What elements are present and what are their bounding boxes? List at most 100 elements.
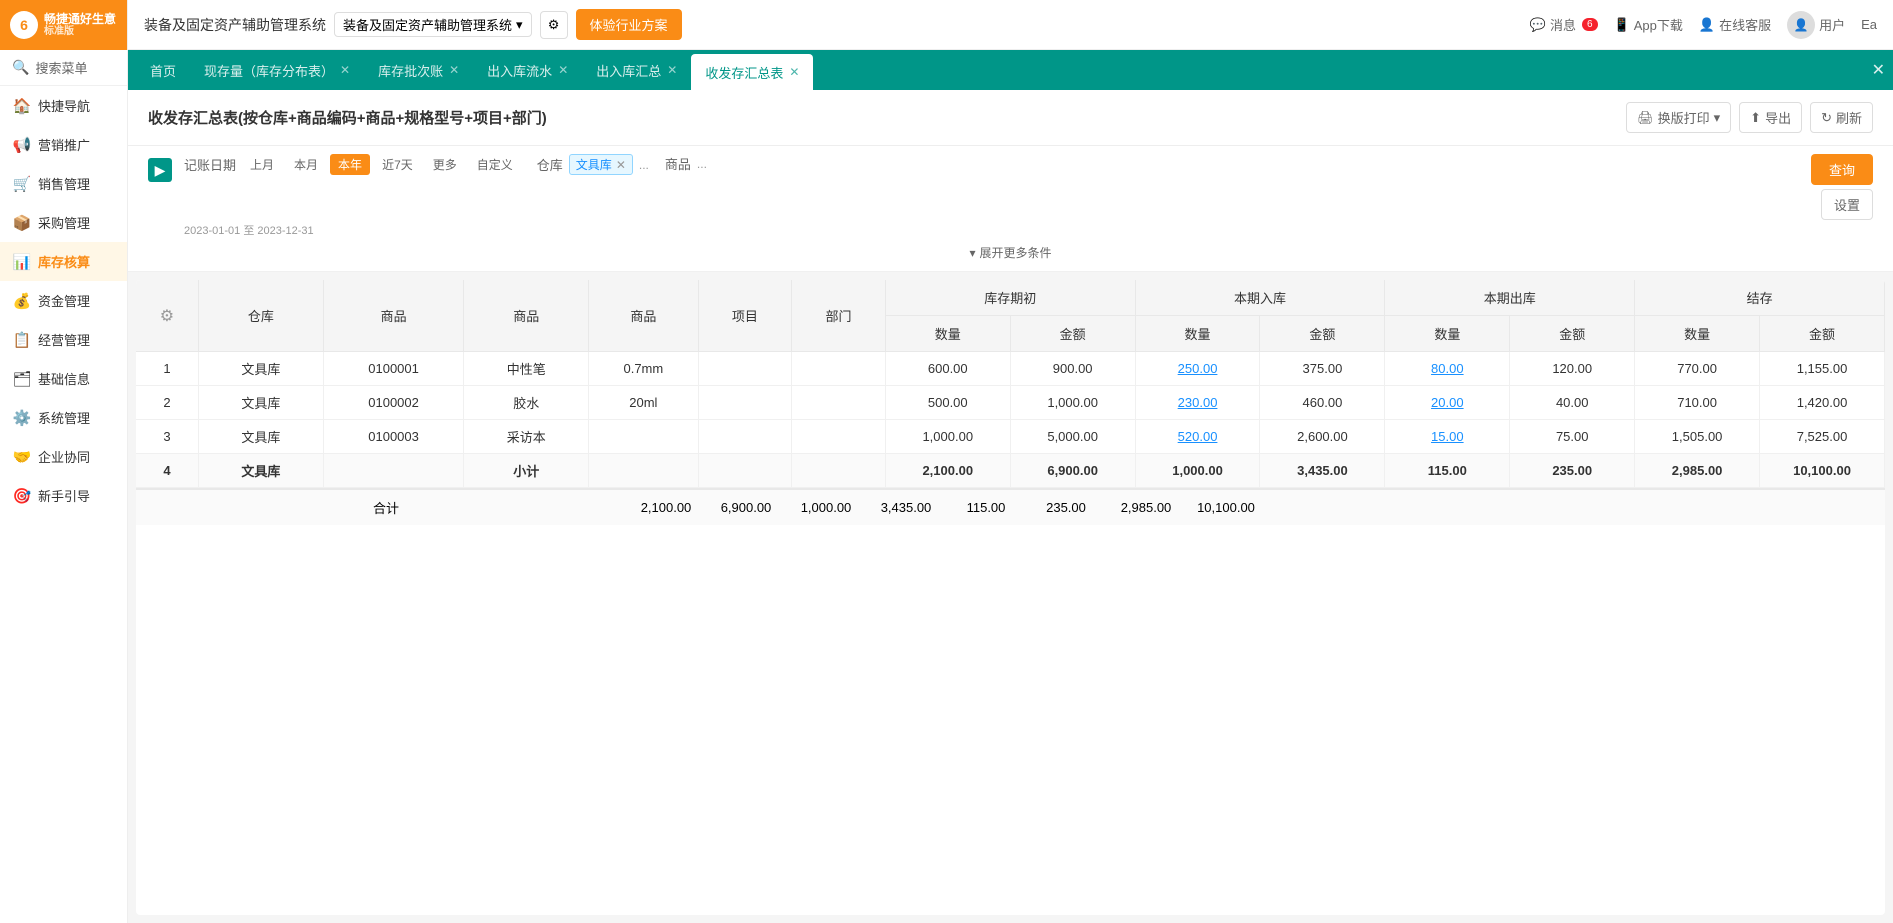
footer-values: 2,100.00 6,900.00 1,000.00 3,435.00 115.… (626, 500, 1875, 515)
cell-in-qty[interactable]: 520.00 (1135, 420, 1260, 454)
date-btn-this-year[interactable]: 本年 (330, 154, 370, 175)
cell-in-qty[interactable]: 250.00 (1135, 352, 1260, 386)
tab-recv-send[interactable]: 收发存汇总表 ✕ (691, 54, 813, 90)
cell-dept (792, 352, 886, 386)
cell-out-qty: 115.00 (1385, 454, 1510, 488)
cell-out-qty[interactable]: 80.00 (1385, 352, 1510, 386)
cell-out-qty[interactable]: 15.00 (1385, 420, 1510, 454)
message-button[interactable]: 💬 消息 6 (1530, 15, 1598, 34)
cell-start-qty: 500.00 (885, 386, 1010, 420)
cell-start-qty: 2,100.00 (885, 454, 1010, 488)
tab-home[interactable]: 首页 (136, 50, 190, 90)
print-button[interactable]: 🖨 换版打印 ▾ (1626, 102, 1731, 133)
th-project: 项目 (698, 280, 792, 352)
trial-button[interactable]: 体验行业方案 (576, 9, 682, 40)
sidebar-item-inventory[interactable]: 📊 库存核算 (0, 242, 127, 281)
settings-button[interactable]: ⚙ (540, 11, 568, 39)
date-btn-prev-month[interactable]: 上月 (242, 154, 282, 175)
expand-filter-button[interactable]: ▾ 展开更多条件 (969, 244, 1051, 261)
app-download-button[interactable]: 📱 App下载 (1614, 15, 1683, 34)
cell-start-amt: 6,900.00 (1010, 454, 1135, 488)
cell-name: 胶水 (464, 386, 589, 420)
tab-batch[interactable]: 库存批次账 ✕ (364, 50, 473, 90)
filter-settings-button[interactable]: 设置 (1821, 189, 1873, 220)
close-tab-inventory-dist[interactable]: ✕ (340, 63, 350, 77)
table-row: 3文具库0100003采访本1,000.005,000.00520.002,60… (136, 420, 1885, 454)
sidebar-item-sales[interactable]: 🛒 销售管理 (0, 164, 127, 203)
gear-icon: ⚙ (548, 17, 560, 33)
filter-toggle-button[interactable]: ▶ (148, 158, 172, 182)
sidebar-item-finance[interactable]: 💰 资金管理 (0, 281, 127, 320)
sidebar-item-operation[interactable]: 📋 经营管理 (0, 320, 127, 359)
warehouse-tag-close[interactable]: ✕ (616, 158, 626, 172)
sidebar-item-purchase[interactable]: 📦 采购管理 (0, 203, 127, 242)
close-tab-recv-send[interactable]: ✕ (789, 65, 799, 79)
date-filter-group: 记账日期 上月 本月 本年 近7天 更多 自定义 (184, 154, 521, 175)
tab-inventory-dist[interactable]: 现存量（库存分布表） ✕ (190, 50, 364, 90)
cell-code (323, 454, 464, 488)
close-all-tabs[interactable]: ✕ (1872, 60, 1885, 80)
th-bal-qty: 数量 (1635, 316, 1760, 352)
cell-out-qty[interactable]: 20.00 (1385, 386, 1510, 420)
sidebar-nav: 🏠 快捷导航 📢 营销推广 🛒 销售管理 📦 采购管理 📊 库存核算 💰 资金管… (0, 86, 127, 923)
search-menu-item[interactable]: 🔍 搜索菜单 (0, 50, 127, 86)
close-tab-batch[interactable]: ✕ (449, 63, 459, 77)
warehouse-label: 仓库 (537, 155, 563, 174)
refresh-button[interactable]: ↻ 刷新 (1810, 102, 1873, 133)
product-label: 商品 (665, 154, 691, 173)
user-avatar[interactable]: 👤 用户 (1787, 11, 1845, 39)
date-btn-custom[interactable]: 自定义 (469, 154, 521, 175)
table-row: 2文具库0100002胶水20ml500.001,000.00230.00460… (136, 386, 1885, 420)
date-range-display: 2023-01-01 至 2023-12-31 (184, 222, 1873, 238)
footer-label: 合计 (146, 498, 626, 517)
gear-icon: ⚙️ (12, 409, 32, 427)
sidebar-item-collab[interactable]: 🤝 企业协同 (0, 437, 127, 476)
cell-out-amt: 40.00 (1510, 386, 1635, 420)
phone-icon: 📱 (1614, 17, 1630, 33)
cell-warehouse: 文具库 (198, 352, 323, 386)
message-icon: 💬 (1530, 17, 1546, 33)
online-service-button[interactable]: 👤 在线客服 (1699, 15, 1771, 34)
cell-num: 4 (136, 454, 198, 488)
date-btn-this-month[interactable]: 本月 (286, 154, 326, 175)
close-tab-summary[interactable]: ✕ (667, 63, 677, 77)
system-dropdown[interactable]: 装备及固定资产辅助管理系统 ▾ (334, 12, 532, 37)
date-label: 记账日期 (184, 155, 236, 174)
cell-in-qty[interactable]: 230.00 (1135, 386, 1260, 420)
table-settings-icon[interactable]: ⚙ (160, 308, 174, 325)
page-title: 收发存汇总表(按仓库+商品编码+商品+规格型号+项目+部门) (148, 107, 547, 128)
chevron-down-icon: ▾ (1714, 110, 1721, 126)
footer-start-qty: 2,100.00 (626, 500, 706, 515)
handshake-icon: 🤝 (12, 448, 32, 466)
cell-project (698, 420, 792, 454)
tab-flow[interactable]: 出入库流水 ✕ (473, 50, 582, 90)
th-warehouse: 仓库 (198, 280, 323, 352)
cell-warehouse: 文具库 (198, 386, 323, 420)
cell-warehouse: 文具库 (198, 420, 323, 454)
system-title: 装备及固定资产辅助管理系统 (144, 15, 326, 35)
tab-summary[interactable]: 出入库汇总 ✕ (582, 50, 691, 90)
sidebar-item-quick-nav[interactable]: 🏠 快捷导航 (0, 86, 127, 125)
export-button[interactable]: ⬆ 导出 (1739, 102, 1802, 133)
cell-num: 3 (136, 420, 198, 454)
sidebar-item-guide[interactable]: 🎯 新手引导 (0, 476, 127, 515)
footer-bal-qty: 2,985.00 (1106, 500, 1186, 515)
logo-text: 畅捷通好生意 标准版 (44, 12, 116, 38)
cell-start-amt: 900.00 (1010, 352, 1135, 386)
close-tab-flow[interactable]: ✕ (558, 63, 568, 77)
th-out-amt: 金额 (1510, 316, 1635, 352)
cell-start-qty: 1,000.00 (885, 420, 1010, 454)
footer-bal-amt: 10,100.00 (1186, 500, 1266, 515)
sidebar-item-system[interactable]: ⚙️ 系统管理 (0, 398, 127, 437)
sidebar-item-basic[interactable]: 🗂 基础信息 (0, 359, 127, 398)
data-table-wrapper: ⚙ 仓库 商品 商品 商品 项目 部门 库存期初 本期入库 本期出库 结存 (136, 280, 1885, 915)
product-filter-group: 商品 ... (665, 154, 707, 173)
query-button[interactable]: 查询 (1811, 154, 1873, 185)
warehouse-more[interactable]: ... (639, 158, 649, 172)
date-btn-more[interactable]: 更多 (425, 154, 465, 175)
date-btn-7days[interactable]: 近7天 (374, 154, 421, 175)
th-product-code: 商品 (323, 280, 464, 352)
clipboard-icon: 📋 (12, 331, 32, 349)
product-more[interactable]: ... (697, 157, 707, 171)
sidebar-item-marketing[interactable]: 📢 营销推广 (0, 125, 127, 164)
